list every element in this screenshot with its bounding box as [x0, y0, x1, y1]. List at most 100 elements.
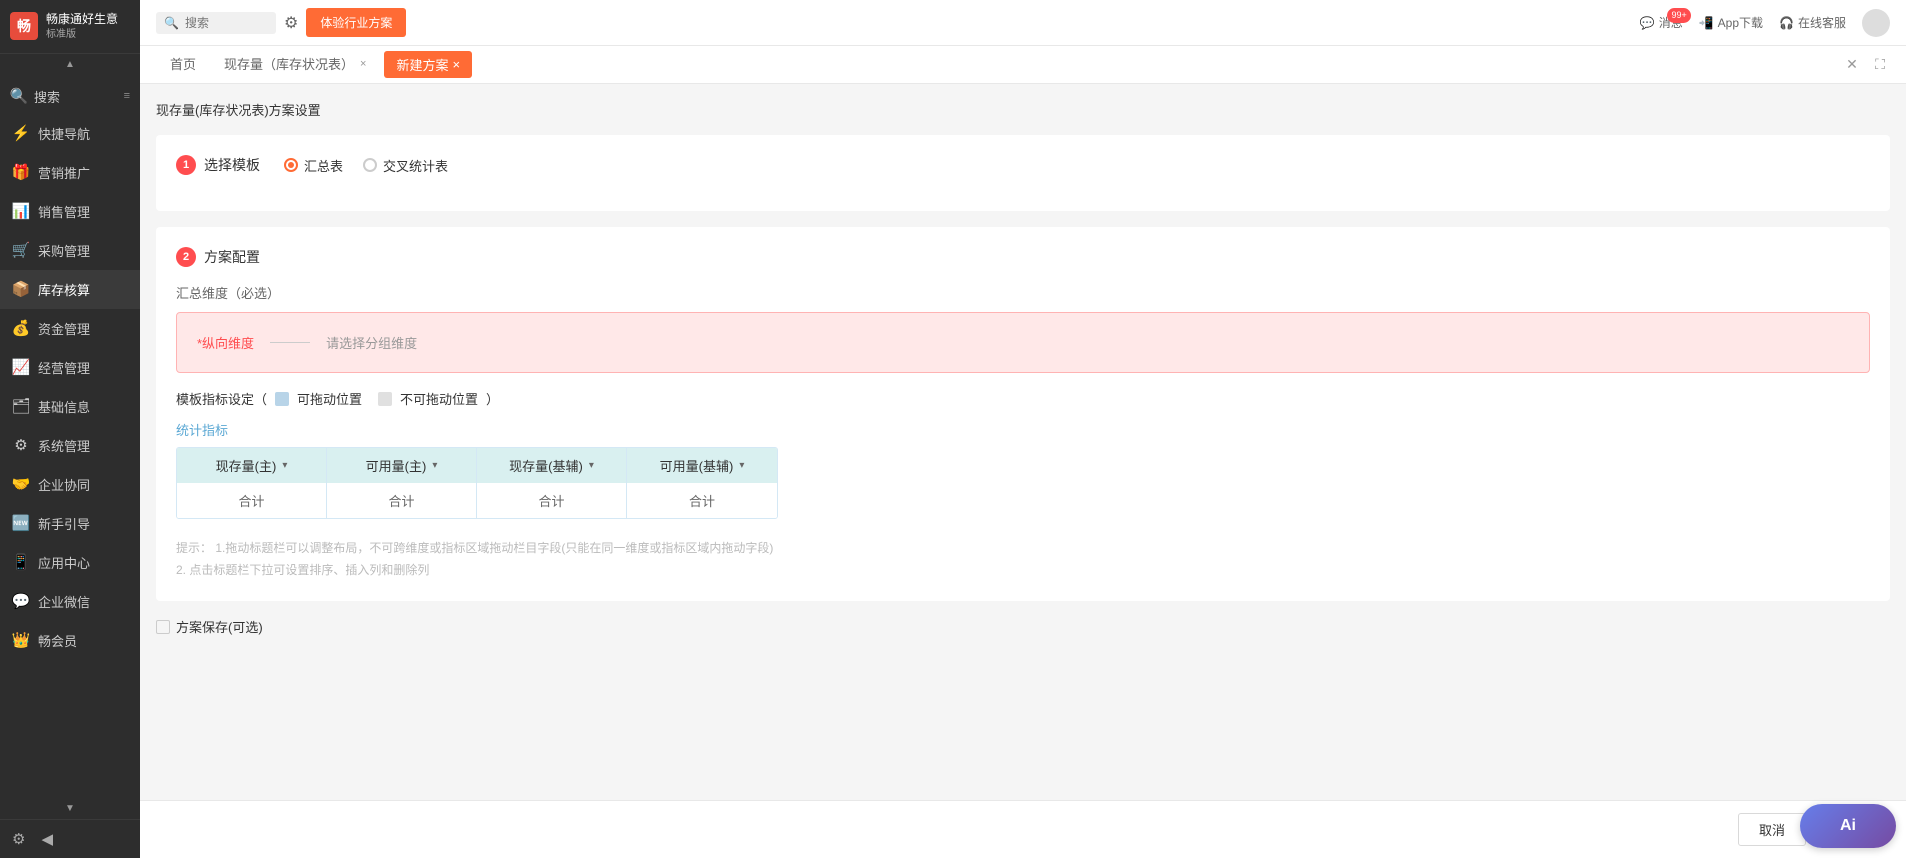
search-icon: 🔍 [10, 87, 28, 105]
col-body-2: 合计 [477, 483, 627, 518]
tab-new-plan-close[interactable]: × [452, 57, 460, 72]
stats-section: 统计指标 现存量(主) ▾ 可用量(主) ▾ 现存量(基辅) [176, 420, 1870, 522]
trial-button[interactable]: 体验行业方案 [306, 8, 406, 37]
system-icon: ⚙ [12, 436, 30, 454]
step1-badge: 1 [176, 155, 196, 175]
sidebar-item-inventory[interactable]: 📦 库存核算 [0, 270, 140, 309]
sidebar-sales-label: 销售管理 [38, 202, 90, 221]
page-title: 现存量(库存状况表)方案设置 [156, 100, 1890, 119]
sidebar-item-appcenter[interactable]: 📱 应用中心 [0, 543, 140, 582]
sidebar-search[interactable]: 🔍 搜索 ≡ [0, 79, 140, 114]
cancel-button[interactable]: 取消 [1738, 813, 1806, 846]
sidebar-footer: ⚙ ◀ [0, 819, 140, 858]
sidebar-quicknav-label: 快捷导航 [38, 124, 90, 143]
sidebar-wechat-label: 企业微信 [38, 592, 90, 611]
newuser-icon: 🆕 [12, 514, 30, 532]
finance-icon: 💰 [12, 319, 30, 337]
tip2-text: 2. 点击标题栏下拉可设置排序、插入列和删除列 [176, 563, 429, 577]
inventory-icon: 📦 [12, 280, 30, 298]
sidebar-item-marketing[interactable]: 🎁 营销推广 [0, 153, 140, 192]
sidebar-item-purchase[interactable]: 🛒 采购管理 [0, 231, 140, 270]
sidebar-item-sales[interactable]: 📊 销售管理 [0, 192, 140, 231]
topbar: 🔍 ⚙ 体验行业方案 💬 消息 99+ 📲 App下载 🎧 在线客服 [140, 0, 1906, 46]
indicator-settings: 模板指标设定（ 可拖动位置 不可拖动位置 ） [176, 389, 1870, 408]
dimension-separator [270, 342, 310, 343]
radio-cross-circle [363, 158, 377, 172]
col-label-3: 可用量(基辅) [660, 456, 734, 475]
sales-icon: 📊 [12, 202, 30, 220]
vertical-dimension-label: *纵向维度 [197, 333, 254, 352]
sidebar-item-finance[interactable]: 💰 资金管理 [0, 309, 140, 348]
col-header-1[interactable]: 可用量(主) ▾ [327, 448, 477, 483]
user-avatar[interactable] [1862, 9, 1890, 37]
save-option: 方案保存(可选) [156, 617, 1890, 636]
save-option-label: 方案保存(可选) [176, 617, 263, 636]
sidebar-item-quicknav[interactable]: ⚡ 快捷导航 [0, 114, 140, 153]
sidebar-scroll-down[interactable]: ▼ [0, 798, 140, 819]
tips-area: 提示： 1.拖动标题栏可以调整布局，不可跨维度或指标区域拖动栏目字段(只能在同一… [176, 538, 1870, 581]
sidebar-marketing-label: 营销推广 [38, 163, 90, 182]
dimension-area: *纵向维度 请选择分组维度 [176, 312, 1870, 373]
sidebar-item-enterprise[interactable]: 🤝 企业协同 [0, 465, 140, 504]
gear-icon[interactable]: ⚙ [284, 13, 298, 33]
tab-new-plan-label: 新建方案 [396, 55, 448, 74]
management-icon: 📈 [12, 358, 30, 376]
indicator-settings-label: 模板指标设定（ 可拖动位置 不可拖动位置 ） [176, 389, 1870, 408]
logo-text: 畅康通好生意 标准版 [46, 12, 118, 41]
sidebar-item-member[interactable]: 👑 畅会员 [0, 621, 140, 660]
col-chevron-0[interactable]: ▾ [282, 460, 287, 471]
search-input[interactable] [185, 16, 265, 30]
col-header-0[interactable]: 现存量(主) ▾ [177, 448, 327, 483]
settings-icon[interactable]: ⚙ [12, 830, 25, 848]
message-item[interactable]: 💬 消息 99+ [1640, 14, 1683, 31]
sidebar-item-management[interactable]: 📈 经营管理 [0, 348, 140, 387]
col-header-2[interactable]: 现存量(基辅) ▾ [477, 448, 627, 483]
help-icon[interactable]: ◀ [41, 830, 53, 848]
content-area: 现存量(库存状况表)方案设置 1 选择模板 汇总表 交叉统计表 [140, 84, 1906, 800]
search-submenu-icon: ≡ [124, 90, 130, 102]
radio-cross-table[interactable]: 交叉统计表 [363, 156, 448, 175]
tab-home[interactable]: 首页 [156, 46, 210, 83]
app-download-item[interactable]: 📲 App下载 [1699, 14, 1763, 31]
customer-service-item[interactable]: 🎧 在线客服 [1779, 14, 1846, 31]
col-chevron-1[interactable]: ▾ [432, 460, 437, 471]
col-body-0: 合计 [177, 483, 327, 518]
col-label-0: 现存量(主) [216, 456, 277, 475]
purchase-icon: 🛒 [12, 241, 30, 259]
section-plan-config: 2 方案配置 汇总维度（必选） *纵向维度 请选择分组维度 模板指标设定（ 可拖… [156, 227, 1890, 601]
scroll-down-arrow[interactable]: ▼ [62, 800, 78, 817]
tip1-text: 1.拖动标题栏可以调整布局，不可跨维度或指标区域拖动栏目字段(只能在同一维度或指… [215, 541, 773, 555]
sidebar-item-system[interactable]: ⚙ 系统管理 [0, 426, 140, 465]
stats-table-header: 现存量(主) ▾ 可用量(主) ▾ 现存量(基辅) ▾ 可用量(基辅) [177, 448, 777, 483]
save-checkbox[interactable] [156, 620, 170, 634]
tab-inventory-close[interactable]: × [360, 58, 366, 70]
app-download-icon: 📲 [1699, 16, 1714, 30]
step2-label: 方案配置 [204, 247, 260, 267]
wechat-icon: 💬 [12, 592, 30, 610]
radio-summary-table[interactable]: 汇总表 [284, 156, 343, 175]
sidebar-enterprise-label: 企业协同 [38, 475, 90, 494]
tab-new-plan[interactable]: 新建方案 × [384, 51, 472, 78]
sidebar-item-basic[interactable]: 🗂 基础信息 [0, 387, 140, 426]
tab-home-label: 首页 [170, 54, 196, 73]
tab-close-btn[interactable]: ✕ [1842, 55, 1862, 75]
col-chevron-2[interactable]: ▾ [589, 460, 594, 471]
search-icon: 🔍 [164, 16, 179, 30]
ai-float-button[interactable]: Ai [1800, 804, 1896, 848]
search-area[interactable]: 🔍 [156, 12, 276, 34]
tab-inventory-status[interactable]: 现存量（库存状况表） × [210, 46, 380, 83]
sidebar-scroll-up[interactable]: ▲ [0, 54, 140, 75]
sidebar-item-wechat[interactable]: 💬 企业微信 [0, 582, 140, 621]
col-chevron-3[interactable]: ▾ [739, 460, 744, 471]
radio-summary-circle [284, 158, 298, 172]
indicator-label-text: 模板指标设定（ [176, 389, 267, 408]
radio-cross-label: 交叉统计表 [383, 156, 448, 175]
appcenter-icon: 📱 [12, 553, 30, 571]
sidebar: 畅 畅康通好生意 标准版 ▲ 🔍 搜索 ≡ ⚡ 快捷导航 🎁 营销推广 📊 销售… [0, 0, 140, 858]
tabs-bar: 首页 现存量（库存状况表） × 新建方案 × ✕ ⛶ [140, 46, 1906, 84]
tab-expand-btn[interactable]: ⛶ [1870, 55, 1890, 75]
col-header-3[interactable]: 可用量(基辅) ▾ [627, 448, 777, 483]
scroll-up-arrow[interactable]: ▲ [62, 56, 78, 73]
member-icon: 👑 [12, 631, 30, 649]
sidebar-item-newuser[interactable]: 🆕 新手引导 [0, 504, 140, 543]
